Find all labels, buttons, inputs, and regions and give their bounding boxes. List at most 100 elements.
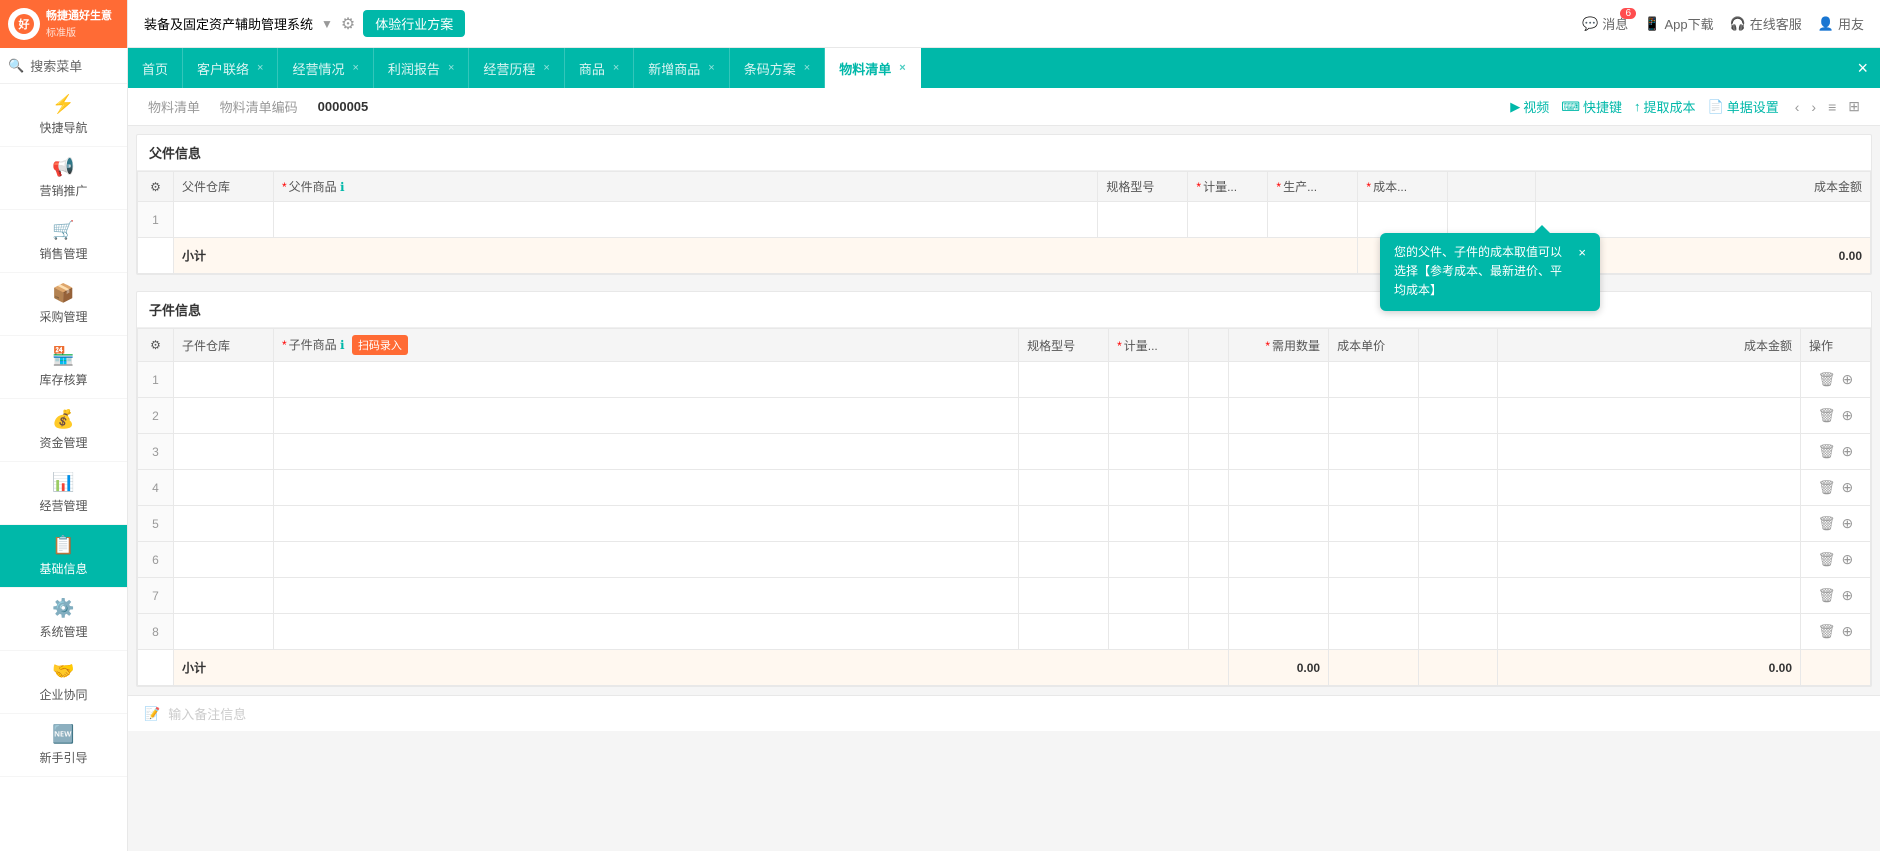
system-dropdown-icon[interactable]: ▼	[321, 17, 333, 31]
settings-gear-icon[interactable]: ⚙	[341, 14, 355, 34]
extract-cost-link[interactable]: ↑ 提取成本	[1634, 97, 1696, 116]
online-service-item[interactable]: 🎧 在线客服	[1730, 14, 1802, 33]
child-cell-spec-6[interactable]	[1019, 542, 1109, 578]
child-cell-spec-8[interactable]	[1019, 614, 1109, 650]
tab-profit-report[interactable]: 利润报告 ×	[374, 48, 469, 88]
child-cell-qty-5[interactable]	[1229, 506, 1329, 542]
child-cell-qty-2[interactable]	[1229, 398, 1329, 434]
copy-row-icon-5[interactable]: ⊕	[1842, 515, 1854, 532]
child-cell-product-5[interactable]	[274, 506, 1019, 542]
child-cell-warehouse-3[interactable]	[174, 434, 274, 470]
child-cell-unit-cost-1[interactable]	[1329, 362, 1419, 398]
tooltip-close-button[interactable]: ×	[1578, 243, 1586, 264]
child-cell-product-6[interactable]	[274, 542, 1019, 578]
child-cell-warehouse-6[interactable]	[174, 542, 274, 578]
delete-row-icon-6[interactable]: 🗑	[1818, 551, 1836, 568]
tab-barcode-close-icon[interactable]: ×	[804, 62, 810, 74]
scan-input-button[interactable]: 扫码录入	[352, 335, 408, 355]
copy-row-icon-8[interactable]: ⊕	[1842, 623, 1854, 640]
child-cell-unit-6[interactable]	[1109, 542, 1189, 578]
child-cell-spec-5[interactable]	[1019, 506, 1109, 542]
tab-new-product-close-icon[interactable]: ×	[708, 62, 714, 74]
child-cell-unit-2[interactable]	[1109, 398, 1189, 434]
child-cell-product-2[interactable]	[274, 398, 1019, 434]
tab-ops-history-close-icon[interactable]: ×	[543, 62, 549, 74]
tab-customer-close-icon[interactable]: ×	[257, 62, 263, 74]
child-cell-qty-1[interactable]	[1229, 362, 1329, 398]
app-download-item[interactable]: 📱 App下载	[1644, 14, 1713, 33]
child-cell-unit-cost-6[interactable]	[1329, 542, 1419, 578]
copy-row-icon-6[interactable]: ⊕	[1842, 551, 1854, 568]
sidebar-item-finance[interactable]: 💰 资金管理	[0, 399, 127, 462]
parent-cell-product-1[interactable]	[274, 202, 1098, 238]
sidebar-item-purchase[interactable]: 📦 采购管理	[0, 273, 127, 336]
parent-cell-unit-1[interactable]	[1188, 202, 1268, 238]
tab-home[interactable]: 首页	[128, 48, 183, 88]
tab-new-product[interactable]: 新增商品 ×	[634, 48, 729, 88]
tab-ops-history[interactable]: 经营历程 ×	[469, 48, 564, 88]
sidebar-item-operations[interactable]: 📊 经营管理	[0, 462, 127, 525]
child-cell-unit-8[interactable]	[1109, 614, 1189, 650]
delete-row-icon-3[interactable]: 🗑	[1818, 443, 1836, 460]
parent-cell-warehouse-1[interactable]	[174, 202, 274, 238]
sidebar-item-guide[interactable]: 🆕 新手引导	[0, 714, 127, 777]
sidebar-item-inventory[interactable]: 🏪 库存核算	[0, 336, 127, 399]
child-cell-warehouse-4[interactable]	[174, 470, 274, 506]
child-settings-icon[interactable]: ⚙	[150, 338, 161, 352]
child-cell-qty-6[interactable]	[1229, 542, 1329, 578]
child-cell-product-4[interactable]	[274, 470, 1019, 506]
sidebar-search[interactable]: 🔍 搜索菜单	[0, 48, 127, 84]
child-cell-unit-cost-2[interactable]	[1329, 398, 1419, 434]
nav-left-icon[interactable]: ‹	[1791, 97, 1804, 117]
child-cell-product-1[interactable]	[274, 362, 1019, 398]
parent-settings-icon[interactable]: ⚙	[150, 180, 161, 194]
sidebar-item-quick-nav[interactable]: ⚡ 快捷导航	[0, 84, 127, 147]
tab-ops-status-close-icon[interactable]: ×	[352, 62, 358, 74]
delete-row-icon-2[interactable]: 🗑	[1818, 407, 1836, 424]
copy-row-icon-2[interactable]: ⊕	[1842, 407, 1854, 424]
tab-customer[interactable]: 客户联络 ×	[183, 48, 278, 88]
child-cell-spec-7[interactable]	[1019, 578, 1109, 614]
delete-row-icon-4[interactable]: 🗑	[1818, 479, 1836, 496]
nav-menu-icon[interactable]: ≡	[1824, 97, 1840, 117]
copy-row-icon-3[interactable]: ⊕	[1842, 443, 1854, 460]
child-cell-qty-4[interactable]	[1229, 470, 1329, 506]
sidebar-item-basic-info[interactable]: 📋 基础信息	[0, 525, 127, 588]
parent-cell-spec-1[interactable]	[1098, 202, 1188, 238]
copy-row-icon-4[interactable]: ⊕	[1842, 479, 1854, 496]
child-cell-unit-4[interactable]	[1109, 470, 1189, 506]
nav-expand-icon[interactable]: ⊞	[1844, 96, 1864, 117]
child-cell-unit-5[interactable]	[1109, 506, 1189, 542]
copy-row-icon-7[interactable]: ⊕	[1842, 587, 1854, 604]
child-cell-unit-cost-3[interactable]	[1329, 434, 1419, 470]
parent-cell-production-1[interactable]	[1268, 202, 1358, 238]
tab-bom-close-icon[interactable]: ×	[899, 62, 905, 74]
child-cell-spec-4[interactable]	[1019, 470, 1109, 506]
child-cell-qty-3[interactable]	[1229, 434, 1329, 470]
tabs-close-all-icon[interactable]: ×	[1845, 58, 1880, 79]
child-cell-unit-3[interactable]	[1109, 434, 1189, 470]
child-cell-warehouse-5[interactable]	[174, 506, 274, 542]
view-video-link[interactable]: ▶ 视频	[1510, 97, 1549, 116]
tab-bom[interactable]: 物料清单 ×	[825, 48, 920, 88]
child-cell-unit-cost-7[interactable]	[1329, 578, 1419, 614]
delete-row-icon-7[interactable]: 🗑	[1818, 587, 1836, 604]
sidebar-item-sales[interactable]: 🛒 销售管理	[0, 210, 127, 273]
sidebar-item-cooperation[interactable]: 🤝 企业协同	[0, 651, 127, 714]
experience-button[interactable]: 体验行业方案	[363, 10, 465, 37]
delete-row-icon-5[interactable]: 🗑	[1818, 515, 1836, 532]
child-cell-spec-2[interactable]	[1019, 398, 1109, 434]
child-cell-warehouse-2[interactable]	[174, 398, 274, 434]
child-cell-unit-cost-8[interactable]	[1329, 614, 1419, 650]
sidebar-item-system[interactable]: ⚙️ 系统管理	[0, 588, 127, 651]
single-settings-link[interactable]: 📄 单据设置	[1708, 97, 1779, 116]
child-cell-unit-7[interactable]	[1109, 578, 1189, 614]
tab-products-close-icon[interactable]: ×	[613, 62, 619, 74]
child-cell-product-3[interactable]	[274, 434, 1019, 470]
child-cell-product-7[interactable]	[274, 578, 1019, 614]
child-cell-unit-cost-4[interactable]	[1329, 470, 1419, 506]
child-cell-warehouse-1[interactable]	[174, 362, 274, 398]
tab-products[interactable]: 商品 ×	[565, 48, 634, 88]
child-cell-qty-7[interactable]	[1229, 578, 1329, 614]
child-cell-unit-cost-5[interactable]	[1329, 506, 1419, 542]
